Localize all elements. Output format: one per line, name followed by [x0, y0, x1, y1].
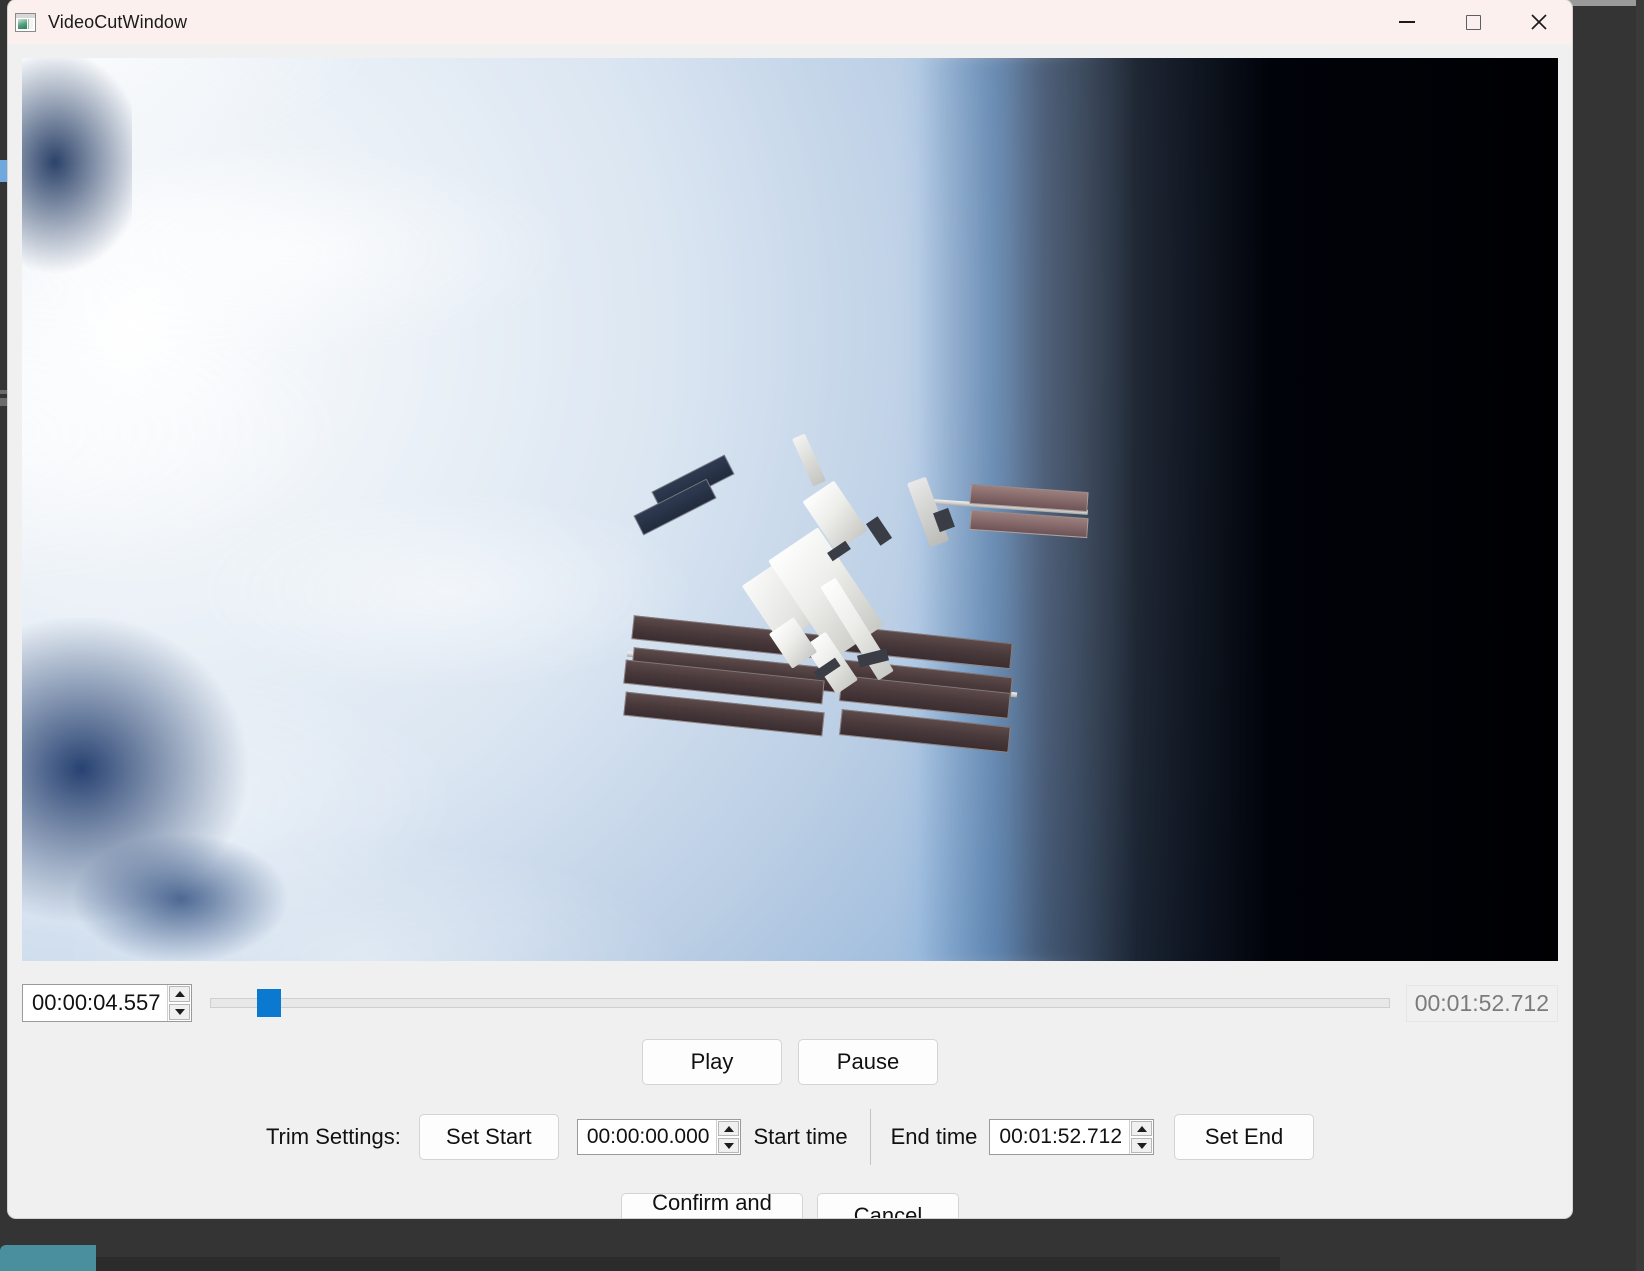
- minimize-icon: [1399, 21, 1415, 23]
- playback-controls: Play Pause: [8, 1039, 1572, 1085]
- dialog-footer: Confirm and Close Cancel: [8, 1190, 1572, 1218]
- iss-detail: [865, 516, 893, 546]
- start-time-spinbox[interactable]: 00:00:00.000: [576, 1119, 742, 1155]
- background-app-teal-corner: [0, 1245, 96, 1271]
- trim-settings-label: Trim Settings:: [265, 1124, 401, 1149]
- trim-divider: [869, 1109, 871, 1165]
- pause-button[interactable]: Pause: [798, 1039, 938, 1085]
- chevron-up-icon: [723, 1125, 734, 1132]
- timeline-track[interactable]: [210, 998, 1390, 1008]
- current-time-spinbox[interactable]: 00:00:04.557: [22, 984, 193, 1022]
- end-time-label: End time: [890, 1124, 978, 1149]
- timeline-handle[interactable]: [256, 989, 281, 1017]
- video-cut-window: VideoCutWindow 00:00:04.557 00:01:52.712…: [8, 0, 1572, 1218]
- scrubber-row: 00:00:04.557 00:01:52.712: [22, 981, 1558, 1025]
- ocean-region-lower: [22, 618, 352, 961]
- chevron-down-icon: [1136, 1142, 1147, 1149]
- end-time-spinbox[interactable]: 00:01:52.712: [989, 1119, 1155, 1155]
- start-time-stepper: [716, 1120, 740, 1154]
- end-time-stepper: [1129, 1120, 1153, 1154]
- end-time-value[interactable]: 00:01:52.712: [990, 1120, 1129, 1154]
- close-icon: [1531, 14, 1547, 30]
- start-time-label: Start time: [753, 1124, 848, 1149]
- start-time-step-up[interactable]: [718, 1121, 740, 1136]
- iss-spacecraft: [618, 426, 1089, 766]
- current-time-stepper: [167, 985, 191, 1021]
- current-time-step-down[interactable]: [169, 1004, 191, 1020]
- iss-boom: [792, 433, 826, 487]
- window-title: VideoCutWindow: [48, 11, 188, 32]
- cancel-button[interactable]: Cancel: [817, 1193, 959, 1218]
- set-end-button[interactable]: Set End: [1174, 1114, 1315, 1160]
- end-time-step-down[interactable]: [1131, 1138, 1153, 1153]
- minimize-button[interactable]: [1374, 0, 1440, 44]
- background-app-accent: [0, 160, 8, 182]
- window-controls: [1374, 0, 1572, 44]
- ocean-region-upper: [22, 58, 132, 318]
- start-time-value[interactable]: 00:00:00.000: [578, 1120, 717, 1154]
- video-preview[interactable]: [22, 58, 1558, 961]
- confirm-and-close-button[interactable]: Confirm and Close: [621, 1190, 803, 1218]
- trim-settings-row: Trim Settings: Set Start 00:00:00.000 St…: [8, 1109, 1572, 1165]
- background-app-taskbar-strip: [0, 1257, 1280, 1271]
- total-duration-label: 00:01:52.712: [1405, 984, 1558, 1022]
- solar-array: [969, 509, 1089, 539]
- chevron-up-icon: [1136, 1125, 1147, 1132]
- chevron-down-icon: [174, 1009, 185, 1015]
- current-time-value[interactable]: 00:00:04.557: [23, 985, 167, 1021]
- timeline-slider[interactable]: [210, 981, 1390, 1025]
- background-app-right-edge: [1636, 0, 1644, 1271]
- video-window-icon: [15, 12, 36, 32]
- start-time-step-down[interactable]: [718, 1138, 740, 1153]
- title-bar: VideoCutWindow: [8, 0, 1572, 44]
- current-time-step-up[interactable]: [169, 986, 191, 1002]
- maximize-icon: [1465, 14, 1481, 30]
- close-button[interactable]: [1506, 0, 1572, 44]
- chevron-up-icon: [174, 991, 185, 997]
- chevron-down-icon: [723, 1142, 734, 1149]
- end-time-step-up[interactable]: [1131, 1121, 1153, 1136]
- set-start-button[interactable]: Set Start: [418, 1114, 559, 1160]
- play-button[interactable]: Play: [642, 1039, 782, 1085]
- maximize-button[interactable]: [1440, 0, 1506, 44]
